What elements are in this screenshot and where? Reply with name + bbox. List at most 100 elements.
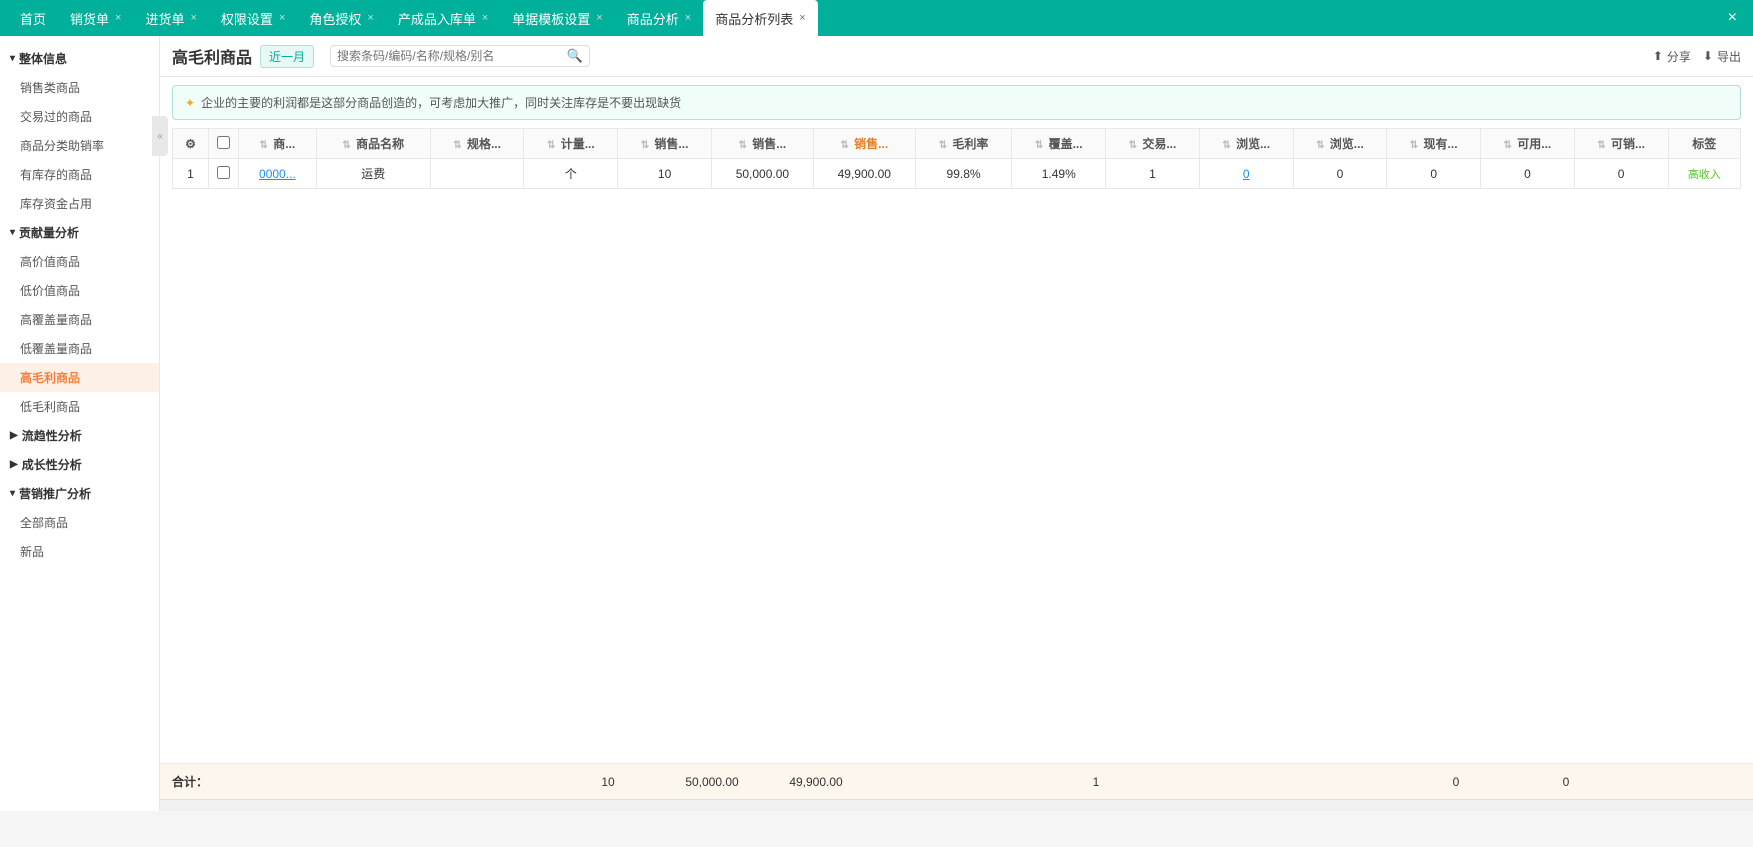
th-coverage[interactable]: ⇅ 覆盖...: [1012, 129, 1106, 159]
close-role-tab[interactable]: ×: [367, 12, 373, 24]
sidebar-group-contribution[interactable]: ▾ 贡献量分析: [0, 218, 159, 247]
th-spec[interactable]: ⇅ 规格...: [430, 129, 524, 159]
sidebar-group-marketing[interactable]: ▾ 营销推广分析: [0, 479, 159, 508]
nav-item-home[interactable]: 首页: [8, 0, 58, 36]
th-sales-qty[interactable]: ⇅ 销售...: [618, 129, 712, 159]
cell-checkbox[interactable]: [209, 159, 239, 189]
footer-empty1: [916, 775, 996, 789]
th-stock-current[interactable]: ⇅ 现有...: [1387, 129, 1481, 159]
table-header-row: ⚙ ⇅ 商... ⇅ 商品名称: [173, 129, 1741, 159]
sidebar-item-traded-goods[interactable]: 交易过的商品: [0, 102, 159, 131]
sidebar-item-low-value[interactable]: 低价值商品: [0, 276, 159, 305]
share-button[interactable]: ⬆ 分享: [1653, 48, 1691, 65]
row-checkbox[interactable]: [217, 166, 230, 179]
sidebar-item-new-goods[interactable]: 新品: [0, 537, 159, 566]
share-icon: ⬆: [1653, 49, 1663, 63]
th-browse1[interactable]: ⇅ 浏览...: [1199, 129, 1293, 159]
th-browse2[interactable]: ⇅ 浏览...: [1293, 129, 1387, 159]
th-stock-sellable[interactable]: ⇅ 可销...: [1574, 129, 1668, 159]
nav-item-purchase[interactable]: 进货单 ×: [133, 0, 208, 36]
close-product-inbound-tab[interactable]: ×: [482, 12, 488, 24]
sidebar: ▾ 整体信息 销售类商品 交易过的商品 商品分类助销率 有库存的商品 库存资金占…: [0, 36, 160, 811]
sort-transaction-icon: ⇅: [1129, 140, 1137, 151]
page-title: 高毛利商品: [172, 44, 252, 68]
close-purchase-tab[interactable]: ×: [190, 12, 196, 24]
horizontal-scrollbar[interactable]: [160, 799, 1753, 811]
sidebar-item-high-coverage[interactable]: 高覆盖量商品: [0, 305, 159, 334]
nav-item-role[interactable]: 角色授权 ×: [297, 0, 385, 36]
sort-sales-profit-icon: ⇅: [840, 140, 848, 151]
close-analysis-list-tab[interactable]: ×: [799, 12, 805, 24]
search-icon[interactable]: 🔍: [567, 48, 583, 64]
th-stock-available[interactable]: ⇅ 可用...: [1481, 129, 1575, 159]
sidebar-item-low-coverage[interactable]: 低覆盖量商品: [0, 334, 159, 363]
th-unit[interactable]: ⇅ 计量...: [524, 129, 618, 159]
cell-stock-sellable: 0: [1574, 159, 1668, 189]
cell-gross-rate: 99.8%: [915, 159, 1012, 189]
search-input[interactable]: [337, 49, 567, 63]
cell-stock-available: 0: [1481, 159, 1575, 189]
sort-stock-sellable-icon: ⇅: [1597, 140, 1605, 151]
footer-stock-current: 0: [1416, 775, 1496, 789]
footer-stock-available: 0: [1526, 775, 1606, 789]
close-permission-tab[interactable]: ×: [279, 12, 285, 24]
footer-sales-amount: 50,000.00: [672, 775, 752, 789]
nav-item-sales[interactable]: 销货单 ×: [58, 0, 133, 36]
th-sales-profit[interactable]: ⇅ 销售...: [813, 129, 915, 159]
close-analysis-tab[interactable]: ×: [685, 12, 691, 24]
cell-browse1[interactable]: 0: [1199, 159, 1293, 189]
footer-label: 合计：: [172, 773, 208, 790]
close-sales-tab[interactable]: ×: [115, 12, 121, 24]
th-transaction[interactable]: ⇅ 交易...: [1106, 129, 1200, 159]
arrow-marketing: ▾: [10, 488, 15, 499]
footer-sales-profit: 49,900.00: [776, 775, 856, 789]
sort-sales-qty-icon: ⇅: [641, 140, 649, 151]
top-navigation: 首页 销货单 × 进货单 × 权限设置 × 角色授权 × 产成品入库单 × 单据…: [0, 0, 1753, 36]
sidebar-item-stock-capital[interactable]: 库存资金占用: [0, 189, 159, 218]
close-template-tab[interactable]: ×: [596, 12, 602, 24]
select-all-checkbox[interactable]: [217, 136, 230, 149]
nav-item-product-inbound[interactable]: 产成品入库单 ×: [386, 0, 500, 36]
th-code[interactable]: ⇅ 商...: [239, 129, 317, 159]
sort-stock-available-icon: ⇅: [1504, 140, 1512, 151]
footer-transaction: 1: [1056, 775, 1136, 789]
th-sales-amount[interactable]: ⇅ 销售...: [711, 129, 813, 159]
th-checkbox[interactable]: [209, 129, 239, 159]
info-icon: ✦: [185, 96, 195, 110]
export-button[interactable]: ⬇ 导出: [1703, 48, 1741, 65]
sidebar-item-sales-goods[interactable]: 销售类商品: [0, 73, 159, 102]
nav-item-analysis[interactable]: 商品分析 ×: [615, 0, 703, 36]
sidebar-group-growth[interactable]: ▶ 成长性分析: [0, 450, 159, 479]
th-settings[interactable]: ⚙: [173, 129, 209, 159]
cell-browse2: 0: [1293, 159, 1387, 189]
th-tag: 标签: [1668, 129, 1740, 159]
arrow-contribution: ▾: [10, 227, 15, 238]
sidebar-item-stocked-goods[interactable]: 有库存的商品: [0, 160, 159, 189]
data-table-container: ⚙ ⇅ 商... ⇅ 商品名称: [172, 128, 1741, 763]
sidebar-item-high-value[interactable]: 高价值商品: [0, 247, 159, 276]
sidebar-item-high-margin[interactable]: 高毛利商品: [0, 363, 159, 392]
nav-item-permission[interactable]: 权限设置 ×: [209, 0, 297, 36]
sort-coverage-icon: ⇅: [1035, 140, 1043, 151]
nav-item-template[interactable]: 单据模板设置 ×: [500, 0, 614, 36]
th-gross-rate[interactable]: ⇅ 毛利率: [915, 129, 1012, 159]
search-box: 🔍: [330, 45, 590, 67]
close-all-tabs[interactable]: ×: [1720, 9, 1745, 27]
sidebar-item-low-margin[interactable]: 低毛利商品: [0, 392, 159, 421]
sidebar-item-all-goods[interactable]: 全部商品: [0, 508, 159, 537]
sidebar-group-trend[interactable]: ▶ 流趋性分析: [0, 421, 159, 450]
sort-browse2-icon: ⇅: [1316, 140, 1324, 151]
sidebar-collapse-button[interactable]: «: [152, 116, 168, 156]
settings-icon[interactable]: ⚙: [185, 137, 196, 151]
sidebar-item-category-rate[interactable]: 商品分类助销率: [0, 131, 159, 160]
sidebar-group-overall[interactable]: ▾ 整体信息: [0, 44, 159, 73]
cell-sales-profit: 49,900.00: [813, 159, 915, 189]
sort-name-icon: ⇅: [342, 140, 350, 151]
th-name[interactable]: ⇅ 商品名称: [316, 129, 430, 159]
cell-code: 0000...: [239, 159, 317, 189]
footer-sales-qty: 10: [568, 775, 648, 789]
cell-coverage: 1.49%: [1012, 159, 1106, 189]
content-area: 高毛利商品 近一月 🔍 ⬆ 分享 ⬇ 导出 ✦ 企业的主要的利润都是这部分商品创…: [160, 36, 1753, 811]
nav-item-analysis-list[interactable]: 商品分析列表 ×: [703, 0, 817, 36]
period-button[interactable]: 近一月: [260, 45, 314, 68]
